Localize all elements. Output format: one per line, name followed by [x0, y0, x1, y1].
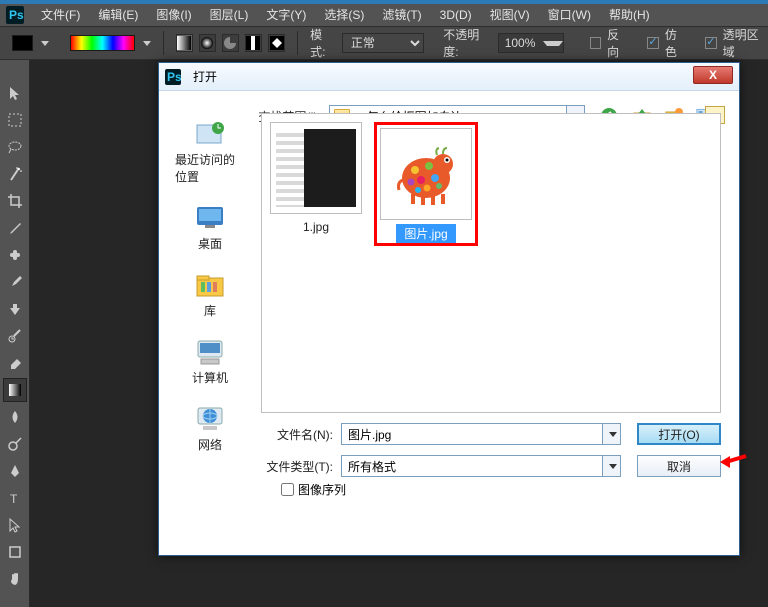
computer-icon [193, 337, 227, 367]
dialog-ps-icon: Ps [165, 69, 181, 85]
dither-label: 仿色 [665, 26, 688, 60]
menu-select[interactable]: 选择(S) [315, 4, 373, 26]
swatch-dropdown-icon[interactable] [41, 41, 49, 46]
file-item-2-preview [391, 142, 461, 206]
mode-select[interactable]: 正常 [342, 33, 424, 53]
dodge-tool-icon[interactable] [3, 432, 27, 456]
file-item-2[interactable]: 图片.jpg [374, 122, 478, 246]
libraries-icon [193, 270, 227, 300]
crop-tool-icon[interactable] [3, 189, 27, 213]
menu-3d[interactable]: 3D(D) [431, 4, 481, 26]
recent-icon [193, 119, 227, 149]
gradient-reflected-icon[interactable] [245, 34, 262, 52]
annotation-arrow-icon [718, 452, 748, 473]
place-libraries-label: 库 [204, 302, 216, 319]
opacity-field[interactable]: 100% [498, 33, 565, 53]
blur-tool-icon[interactable] [3, 405, 27, 429]
tools-panel: T [0, 60, 30, 607]
menu-image[interactable]: 图像(I) [147, 4, 200, 26]
dither-checkbox[interactable] [647, 37, 658, 49]
gradient-tool-icon[interactable] [3, 378, 27, 402]
open-dialog: Ps 打开 X 查找范围(I): ps怎么给抠图加白边 最近访问的位置 [158, 62, 740, 556]
svg-text:Ps: Ps [9, 8, 24, 22]
place-network-label: 网络 [198, 436, 222, 453]
shape-tool-icon[interactable] [3, 540, 27, 564]
desktop-icon [193, 203, 227, 233]
pen-tool-icon[interactable] [3, 459, 27, 483]
eraser-tool-icon[interactable] [3, 351, 27, 375]
type-tool-icon[interactable]: T [3, 486, 27, 510]
menu-help[interactable]: 帮助(H) [600, 4, 659, 26]
filename-input[interactable] [341, 423, 603, 445]
eyedropper-tool-icon[interactable] [3, 216, 27, 240]
file-item-2-label: 图片.jpg [396, 224, 455, 243]
history-brush-tool-icon[interactable] [3, 324, 27, 348]
filetype-label: 文件类型(T): [261, 458, 341, 475]
filename-dropdown-icon[interactable] [603, 423, 621, 445]
place-desktop[interactable]: 桌面 [193, 203, 227, 252]
place-libraries[interactable]: 库 [193, 270, 227, 319]
image-sequence-label: 图像序列 [298, 481, 346, 498]
magic-wand-tool-icon[interactable] [3, 162, 27, 186]
path-select-tool-icon[interactable] [3, 513, 27, 537]
mode-label: 模式: [310, 26, 336, 60]
gradient-radial-icon[interactable] [199, 34, 216, 52]
file-item-1-label: 1.jpg [303, 218, 329, 234]
foreground-swatch[interactable] [12, 35, 33, 51]
gradient-swatch[interactable] [70, 35, 134, 51]
opacity-label: 不透明度: [443, 26, 491, 60]
filetype-dropdown-icon[interactable] [603, 455, 621, 477]
place-recent[interactable]: 最近访问的位置 [175, 119, 245, 185]
menu-file[interactable]: 文件(F) [32, 4, 89, 26]
transparency-checkbox[interactable] [705, 37, 716, 49]
menu-filter[interactable]: 滤镜(T) [373, 4, 430, 26]
dialog-titlebar[interactable]: Ps 打开 X [159, 63, 739, 91]
hand-tool-icon[interactable] [3, 567, 27, 591]
marquee-tool-icon[interactable] [3, 108, 27, 132]
menu-layer[interactable]: 图层(L) [201, 4, 258, 26]
dialog-title: 打开 [193, 68, 217, 85]
place-computer[interactable]: 计算机 [192, 337, 228, 386]
gradient-angle-icon[interactable] [222, 34, 239, 52]
place-network[interactable]: 网络 [193, 404, 227, 453]
svg-text:Ps: Ps [167, 70, 181, 84]
menu-view[interactable]: 视图(V) [481, 4, 539, 26]
ps-logo-icon: Ps [4, 4, 26, 26]
filename-label: 文件名(N): [261, 426, 341, 443]
transparency-label: 透明区域 [723, 26, 768, 60]
place-recent-label: 最近访问的位置 [175, 151, 245, 185]
healing-tool-icon[interactable] [3, 243, 27, 267]
menu-window[interactable]: 窗口(W) [539, 4, 600, 26]
filetype-select[interactable]: 所有格式 [341, 455, 603, 477]
clone-tool-icon[interactable] [3, 297, 27, 321]
gradient-diamond-icon[interactable] [268, 34, 285, 52]
place-desktop-label: 桌面 [198, 235, 222, 252]
lasso-tool-icon[interactable] [3, 135, 27, 159]
reverse-label: 反向 [607, 26, 630, 60]
gradient-dropdown-icon[interactable] [143, 41, 151, 46]
cancel-button[interactable]: 取消 [637, 455, 721, 477]
reverse-checkbox[interactable] [590, 37, 601, 49]
image-sequence-checkbox[interactable] [281, 483, 294, 496]
file-list[interactable]: 1.jpg [261, 113, 721, 413]
move-tool-icon[interactable] [3, 81, 27, 105]
places-bar: 最近访问的位置 桌面 库 计算机 网络 [175, 119, 245, 453]
dialog-close-button[interactable]: X [693, 66, 733, 84]
gradient-linear-icon[interactable] [176, 34, 193, 52]
place-computer-label: 计算机 [192, 369, 228, 386]
main-menubar: Ps 文件(F) 编辑(E) 图像(I) 图层(L) 文字(Y) 选择(S) 滤… [0, 4, 768, 26]
brush-tool-icon[interactable] [3, 270, 27, 294]
menu-text[interactable]: 文字(Y) [257, 4, 315, 26]
svg-text:T: T [10, 492, 18, 506]
menu-edit[interactable]: 编辑(E) [89, 4, 147, 26]
file-item-1[interactable]: 1.jpg [270, 122, 362, 234]
open-button[interactable]: 打开(O) [637, 423, 721, 445]
network-icon [193, 404, 227, 434]
options-bar: 模式: 正常 不透明度: 100% 反向 仿色 透明区域 [0, 26, 768, 60]
